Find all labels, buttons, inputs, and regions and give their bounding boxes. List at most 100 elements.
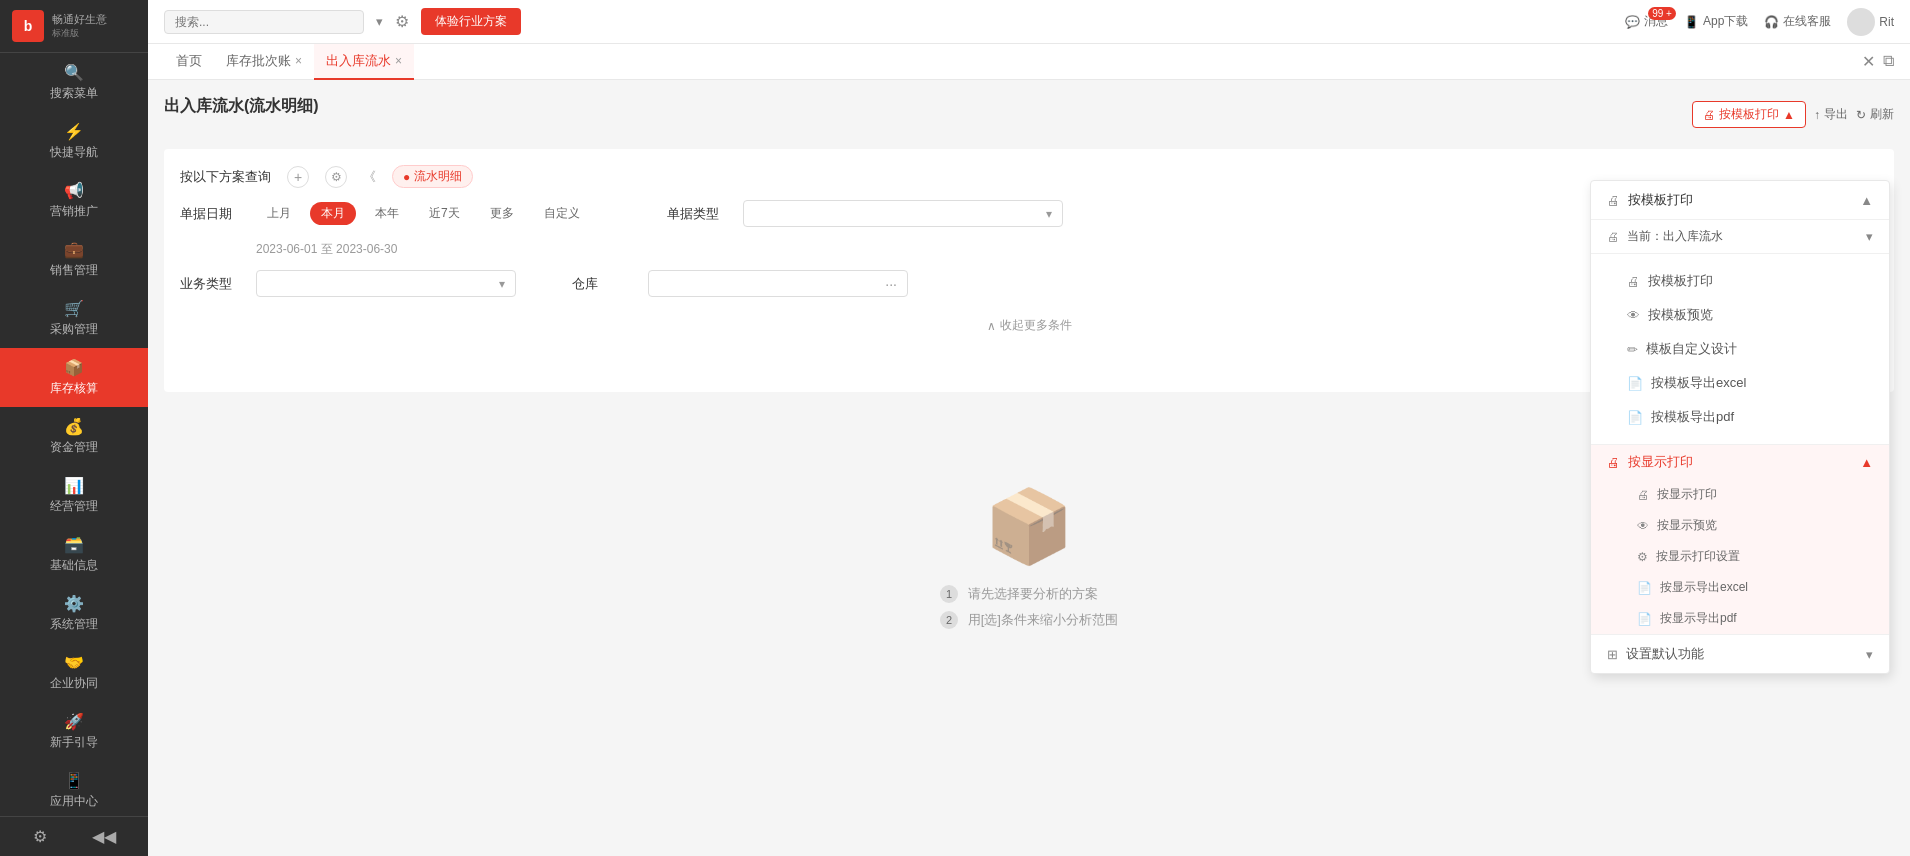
- print-icon: 🖨: [1627, 274, 1640, 289]
- dropdown-template-print[interactable]: 🖨 按模板打印: [1591, 264, 1889, 298]
- display-print-sub-icon: 🖨: [1637, 488, 1649, 502]
- sidebar-item-appstore[interactable]: 📱 应用中心: [0, 761, 148, 816]
- filter-date-custom[interactable]: 自定义: [533, 201, 591, 226]
- dropdown-display-pdf[interactable]: 📄 按显示导出pdf: [1591, 603, 1889, 634]
- sidebar-item-search[interactable]: 🔍 搜索菜单: [0, 53, 148, 112]
- search-icon: 🔍: [64, 63, 84, 82]
- collapse-sidebar-icon[interactable]: ◀◀: [92, 827, 116, 846]
- display-preview-label: 按显示预览: [1657, 517, 1717, 534]
- filter-date-more[interactable]: 更多: [479, 201, 525, 226]
- filter-warehouse-select[interactable]: ···: [648, 270, 908, 297]
- sidebar-item-basic[interactable]: 🗃️ 基础信息: [0, 525, 148, 584]
- filter-chip-active[interactable]: ● 流水明细: [392, 165, 473, 188]
- gear-icon: ⚙️: [64, 594, 84, 613]
- filter-chip-icon: ●: [403, 170, 410, 184]
- dropdown-template-excel[interactable]: 📄 按模板导出excel: [1591, 366, 1889, 400]
- sidebar-item-inventory[interactable]: 📦 库存核算: [0, 348, 148, 407]
- main-content: ▾ ⚙ 体验行业方案 💬 消息 99 + 📱 App下载 🎧 在线客服: [148, 0, 1910, 856]
- filter-warehouse-more-icon[interactable]: ···: [885, 276, 897, 292]
- topbar-right: 💬 消息 99 + 📱 App下载 🎧 在线客服 Rit: [1625, 8, 1894, 36]
- rocket-icon: 🚀: [64, 712, 84, 731]
- filter-date-current-month[interactable]: 本月: [310, 202, 356, 225]
- chart-icon: 📊: [64, 476, 84, 495]
- sidebar-item-finance[interactable]: 💰 资金管理: [0, 407, 148, 466]
- tab-home[interactable]: 首页: [164, 44, 214, 80]
- logo-name: 畅通好生意: [52, 12, 107, 26]
- dropdown-chevron-up-icon[interactable]: ▲: [1860, 193, 1873, 208]
- empty-step2: 2 用[选]条件来缩小分析范围: [940, 607, 1118, 633]
- tabs-right-actions: ✕ ⧉: [1862, 52, 1894, 71]
- print-template-btn[interactable]: 🖨 按模板打印 ▲: [1692, 101, 1806, 128]
- pdf-icon: 📄: [1627, 410, 1643, 425]
- chevron-up-collapse-icon: ∧: [987, 319, 996, 333]
- display-preview-icon: 👁: [1637, 519, 1649, 533]
- filter-type-select[interactable]: ▾: [743, 200, 1063, 227]
- filter-collapse-btn[interactable]: 《: [363, 168, 376, 186]
- sidebar-item-purchase[interactable]: 🛒 采购管理: [0, 289, 148, 348]
- cart-icon: 🛒: [64, 299, 84, 318]
- filter-settings-btn[interactable]: ⚙: [325, 166, 347, 188]
- refresh-icon: ↻: [1856, 108, 1866, 122]
- topbar-gear-icon[interactable]: ⚙: [395, 12, 409, 31]
- current-template-left: 🖨 当前：出入库流水: [1607, 228, 1723, 245]
- sidebar-item-enterprise[interactable]: 🤝 企业协同: [0, 643, 148, 702]
- dropdown-template-custom[interactable]: ✏ 模板自定义设计: [1591, 332, 1889, 366]
- filter-add-btn[interactable]: +: [287, 166, 309, 188]
- close-all-icon[interactable]: ✕: [1862, 52, 1875, 71]
- current-template-chevron[interactable]: ▾: [1866, 229, 1873, 244]
- sidebar-item-system[interactable]: ⚙️ 系统管理: [0, 584, 148, 643]
- filter-date-7days[interactable]: 近7天: [418, 201, 471, 226]
- sidebar: b 畅通好生意 标准版 🔍 搜索菜单 ⚡ 快捷导航 📢 营销推广 💼 销售管理: [0, 0, 148, 856]
- filter-date-prev-month[interactable]: 上月: [256, 201, 302, 226]
- sidebar-item-label: 系统管理: [50, 616, 98, 633]
- sidebar-scroll: 🔍 搜索菜单 ⚡ 快捷导航 📢 营销推广 💼 销售管理 🛒 采购管理 📦: [0, 53, 148, 816]
- display-section-header[interactable]: 🖨 按显示打印 ▲: [1591, 445, 1889, 479]
- database-icon: 🗃️: [64, 535, 84, 554]
- tab-flow-close[interactable]: ×: [395, 54, 402, 68]
- tab-batch-close[interactable]: ×: [295, 54, 302, 68]
- search-input[interactable]: [164, 10, 364, 34]
- sidebar-item-marketing[interactable]: 📢 营销推广: [0, 171, 148, 230]
- sidebar-item-sales[interactable]: 💼 销售管理: [0, 230, 148, 289]
- app-download-btn[interactable]: 📱 App下载: [1684, 13, 1748, 30]
- message-badge: 99 +: [1648, 7, 1676, 20]
- trial-btn[interactable]: 体验行业方案: [421, 8, 521, 35]
- filter-business-select[interactable]: ▾: [256, 270, 516, 297]
- dropdown-display-settings[interactable]: ⚙ 按显示打印设置: [1591, 541, 1889, 572]
- sidebar-item-operation[interactable]: 📊 经营管理: [0, 466, 148, 525]
- online-service-btn[interactable]: 🎧 在线客服: [1764, 13, 1831, 30]
- user-avatar-area[interactable]: Rit: [1847, 8, 1894, 36]
- logo-text-group: 畅通好生意 标准版: [52, 12, 107, 39]
- dropdown-display-print[interactable]: 🖨 按显示打印: [1591, 479, 1889, 510]
- sidebar-item-quick-nav[interactable]: ⚡ 快捷导航: [0, 112, 148, 171]
- current-template-label: 当前：出入库流水: [1627, 228, 1723, 245]
- display-settings-label: 按显示打印设置: [1656, 548, 1740, 565]
- page-title: 出入库流水(流水明细): [164, 96, 319, 117]
- sidebar-footer: ⚙ ◀◀: [0, 816, 148, 856]
- display-section: 🖨 按显示打印 ▲ 🖨 按显示打印 👁 按显示预览 ⚙: [1591, 445, 1889, 634]
- export-label: 导出: [1824, 106, 1848, 123]
- filter-label: 按以下方案查询: [180, 168, 271, 186]
- maximize-icon[interactable]: ⧉: [1883, 52, 1894, 71]
- tab-batch[interactable]: 库存批次账 ×: [214, 44, 314, 80]
- dropdown-template-pdf[interactable]: 📄 按模板导出pdf: [1591, 400, 1889, 434]
- phone-download-icon: 📱: [1684, 15, 1699, 29]
- printer-icon: 🖨: [1703, 108, 1715, 122]
- export-btn[interactable]: ↑ 导出: [1814, 106, 1848, 123]
- step2-text: 用[选]条件来缩小分析范围: [968, 612, 1118, 627]
- search-dropdown-icon[interactable]: ▾: [376, 14, 383, 29]
- dropdown-template-preview[interactable]: 👁 按模板预览: [1591, 298, 1889, 332]
- default-icon: ⊞: [1607, 647, 1618, 662]
- refresh-btn[interactable]: ↻ 刷新: [1856, 106, 1894, 123]
- tab-flow[interactable]: 出入库流水 ×: [314, 44, 414, 80]
- topbar: ▾ ⚙ 体验行业方案 💬 消息 99 + 📱 App下载 🎧 在线客服: [148, 0, 1910, 44]
- sidebar-item-newbie[interactable]: 🚀 新手引导: [0, 702, 148, 761]
- filter-date-year[interactable]: 本年: [364, 201, 410, 226]
- settings-bottom-icon[interactable]: ⚙: [33, 827, 47, 846]
- sidebar-item-label: 营销推广: [50, 203, 98, 220]
- dropdown-display-excel[interactable]: 📄 按显示导出excel: [1591, 572, 1889, 603]
- dropdown-display-preview[interactable]: 👁 按显示预览: [1591, 510, 1889, 541]
- message-btn[interactable]: 💬 消息 99 +: [1625, 13, 1668, 30]
- default-section[interactable]: ⊞ 设置默认功能 ▾: [1591, 634, 1889, 673]
- display-chevron-up-icon[interactable]: ▲: [1860, 455, 1873, 470]
